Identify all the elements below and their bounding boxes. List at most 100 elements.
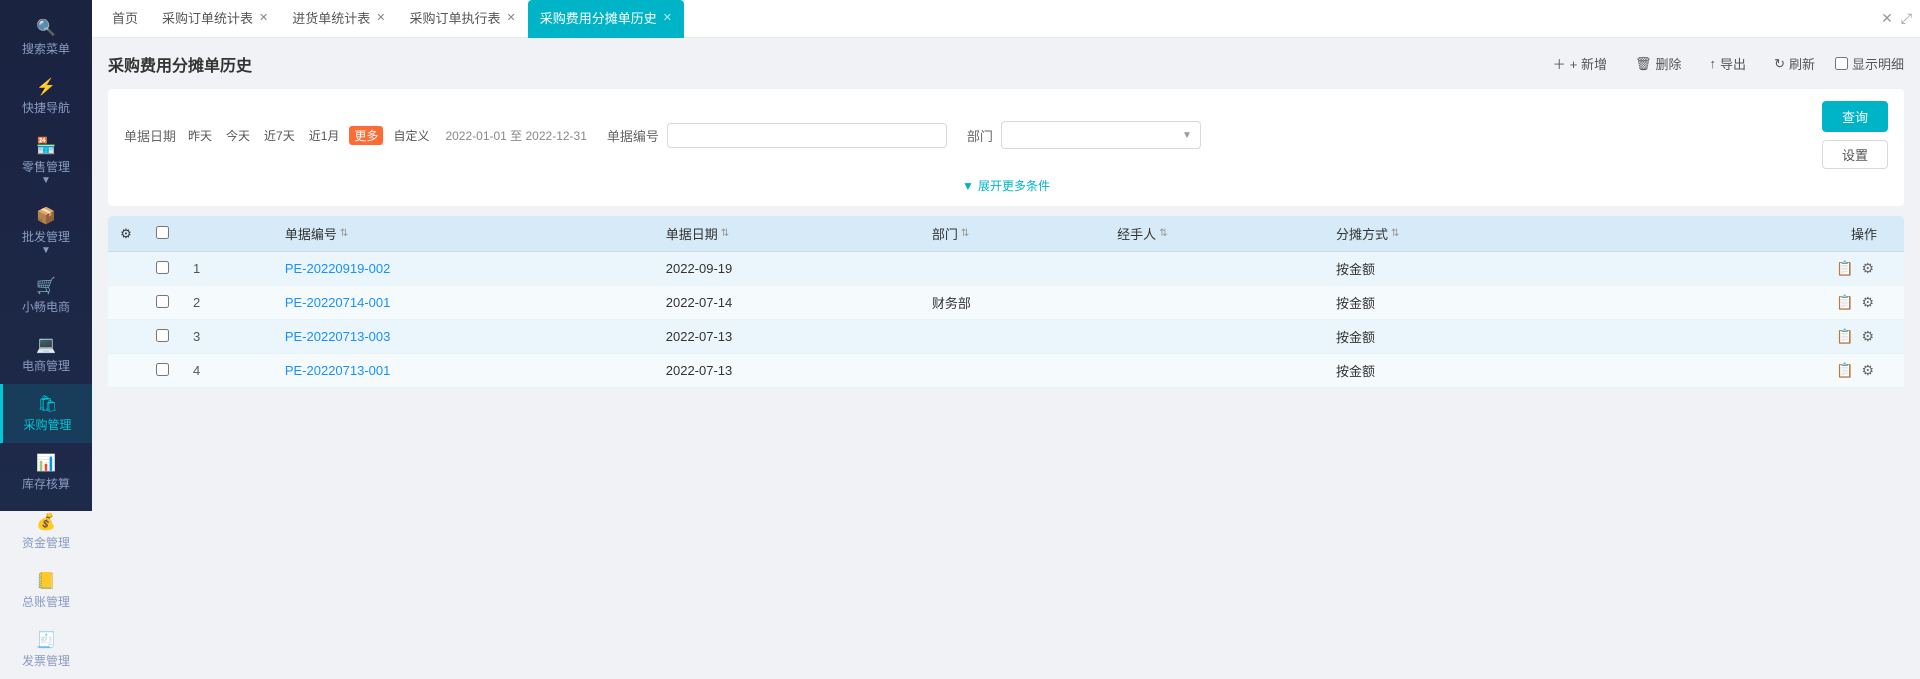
delete-button[interactable]: 🗑 删除 <box>1627 50 1690 77</box>
doc-no-link[interactable]: PE-20220714-001 <box>285 295 391 310</box>
more-icon[interactable]: ⚙ <box>1861 362 1874 379</box>
more-icon[interactable]: ⚙ <box>1861 260 1874 277</box>
shortcut-more[interactable]: 更多 <box>349 126 383 145</box>
more-icon[interactable]: ⚙ <box>1861 328 1874 345</box>
tab-purchase-fee-history[interactable]: 采购费用分摊单历史 ✕ <box>528 0 684 38</box>
tab-close-icon[interactable]: ✕ <box>376 11 385 24</box>
sidebar-item-inventory[interactable]: 📊 库存核算 <box>0 443 92 502</box>
row-gear <box>108 286 144 320</box>
page-header: 采购费用分摊单历史 ＋ + 新增 🗑 删除 ↑ 导出 ↻ 刷新 <box>108 50 1904 77</box>
th-handler[interactable]: 经手人 ⇅ <box>1105 216 1324 252</box>
shortcut-1month[interactable]: 近1月 <box>305 125 344 146</box>
row-select-checkbox[interactable] <box>156 363 169 376</box>
tab-purchase-order-exec[interactable]: 采购订单执行表 ✕ <box>397 0 527 38</box>
row-gear <box>108 320 144 354</box>
date-range-display: 2022-01-01 至 2022-12-31 <box>445 127 586 144</box>
row-dept <box>920 320 1105 354</box>
shortcut-custom[interactable]: 自定义 <box>389 125 433 146</box>
tab-bar: 首页 采购订单统计表 ✕ 进货单统计表 ✕ 采购订单执行表 ✕ 采购费用分摊单历… <box>92 0 1920 38</box>
sidebar-item-search[interactable]: 🔍 搜索菜单 <box>0 8 92 67</box>
shortcut-today[interactable]: 今天 <box>222 125 254 146</box>
row-checkbox-cell[interactable] <box>144 320 181 354</box>
tab-close-icon[interactable]: ✕ <box>259 11 268 24</box>
row-select-checkbox[interactable] <box>156 329 169 342</box>
sort-icon: ⇅ <box>961 228 969 239</box>
doc-no-link[interactable]: PE-20220713-001 <box>285 363 391 378</box>
row-method: 按金额 <box>1324 320 1824 354</box>
tab-close-icon[interactable]: ✕ <box>507 11 516 24</box>
shortcut-7days[interactable]: 近7天 <box>260 125 299 146</box>
edit-icon[interactable]: 📋 <box>1836 294 1853 311</box>
filter-bar: 单据日期 昨天 今天 近7天 近1月 更多 自定义 2022-01-01 至 2… <box>108 89 1904 206</box>
row-checkbox-cell[interactable] <box>144 252 181 286</box>
row-select-checkbox[interactable] <box>156 295 169 308</box>
th-dept[interactable]: 部门 ⇅ <box>920 216 1105 252</box>
sidebar-item-ecommerce-mgmt[interactable]: 💻 电商管理 <box>0 325 92 384</box>
tab-purchase-order-stats[interactable]: 采购订单统计表 ✕ <box>150 0 280 38</box>
table-row: 3 PE-20220713-003 2022-07-13 按金额 📋 ⚙ <box>108 320 1904 354</box>
tab-goods-in-stats[interactable]: 进货单统计表 ✕ <box>280 0 397 38</box>
row-date: 2022-09-19 <box>654 252 920 286</box>
sidebar-item-quicknav[interactable]: ⚡ 快捷导航 <box>0 67 92 126</box>
sidebar-item-retail[interactable]: 🏪 零售管理 ▼ <box>0 126 92 196</box>
sidebar-item-invoice[interactable]: 🧾 发票管理 <box>0 620 92 679</box>
doc-no-link[interactable]: PE-20220919-002 <box>285 261 391 276</box>
row-handler <box>1105 286 1324 320</box>
th-method[interactable]: 分摊方式 ⇅ <box>1324 216 1824 252</box>
export-button[interactable]: ↑ 导出 <box>1702 50 1755 77</box>
chevron-down-icon: ▼ <box>1182 130 1192 141</box>
add-button[interactable]: ＋ + 新增 <box>1545 50 1615 77</box>
row-date: 2022-07-14 <box>654 286 920 320</box>
th-doc-no[interactable]: 单据编号 ⇅ <box>273 216 654 252</box>
fullscreen-icon[interactable]: ⤢ <box>1901 10 1912 27</box>
sort-icon: ⇅ <box>1159 228 1167 239</box>
expand-more-btn[interactable]: ▼ 展开更多条件 <box>124 177 1888 194</box>
sort-icon: ⇅ <box>1391 228 1399 239</box>
doc-no-link[interactable]: PE-20220713-003 <box>285 329 391 344</box>
export-icon: ↑ <box>1710 56 1717 71</box>
data-table: ⚙ 单据编号 ⇅ 单据日期 ⇅ <box>108 216 1904 388</box>
close-all-tabs-icon[interactable]: ✕ <box>1881 10 1893 27</box>
row-method: 按金额 <box>1324 286 1824 320</box>
table-row: 1 PE-20220919-002 2022-09-19 按金额 📋 ⚙ <box>108 252 1904 286</box>
show-detail-checkbox[interactable]: 显示明细 <box>1835 54 1904 73</box>
tab-close-icon[interactable]: ✕ <box>663 11 672 24</box>
shortcut-yesterday[interactable]: 昨天 <box>184 125 216 146</box>
th-checkbox[interactable] <box>144 216 181 252</box>
row-checkbox-cell[interactable] <box>144 286 181 320</box>
row-handler <box>1105 252 1324 286</box>
th-settings[interactable]: ⚙ <box>108 216 144 252</box>
tab-home[interactable]: 首页 <box>100 0 150 38</box>
more-icon[interactable]: ⚙ <box>1861 294 1874 311</box>
row-select-checkbox[interactable] <box>156 261 169 274</box>
page-content: 采购费用分摊单历史 ＋ + 新增 🗑 删除 ↑ 导出 ↻ 刷新 <box>92 38 1920 511</box>
row-gear <box>108 354 144 388</box>
th-operations: 操作 <box>1824 216 1904 252</box>
row-checkbox-cell[interactable] <box>144 354 181 388</box>
th-date[interactable]: 单据日期 ⇅ <box>654 216 920 252</box>
settings-button[interactable]: 设置 <box>1822 140 1888 169</box>
row-gear <box>108 252 144 286</box>
edit-icon[interactable]: 📋 <box>1836 260 1853 277</box>
sort-icon: ⇅ <box>721 228 729 239</box>
table-row: 2 PE-20220714-001 2022-07-14 财务部 按金额 📋 ⚙ <box>108 286 1904 320</box>
doc-no-filter: 单据编号 <box>607 123 947 148</box>
row-handler <box>1105 320 1324 354</box>
query-button[interactable]: 查询 <box>1822 101 1888 132</box>
show-detail-check-input[interactable] <box>1835 57 1848 70</box>
row-number: 2 <box>181 286 273 320</box>
dept-select[interactable]: ▼ <box>1001 121 1201 149</box>
sidebar-item-ledger[interactable]: 📒 总账管理 <box>0 561 92 620</box>
edit-icon[interactable]: 📋 <box>1836 362 1853 379</box>
date-filter: 单据日期 昨天 今天 近7天 近1月 更多 自定义 2022-01-01 至 2… <box>124 125 587 146</box>
sidebar-item-wholesale[interactable]: 📦 批发管理 ▼ <box>0 196 92 266</box>
refresh-button[interactable]: ↻ 刷新 <box>1766 50 1823 77</box>
row-date: 2022-07-13 <box>654 354 920 388</box>
chevron-down-icon: ▼ <box>962 179 974 193</box>
select-all-checkbox[interactable] <box>156 226 169 239</box>
edit-icon[interactable]: 📋 <box>1836 328 1853 345</box>
doc-no-input[interactable] <box>667 123 947 148</box>
sidebar-item-purchase[interactable]: 🛍 采购管理 <box>0 384 92 443</box>
plus-icon: ＋ <box>1553 54 1566 73</box>
sidebar-item-ecommerce-small[interactable]: 🛒 小畅电商 <box>0 266 92 325</box>
